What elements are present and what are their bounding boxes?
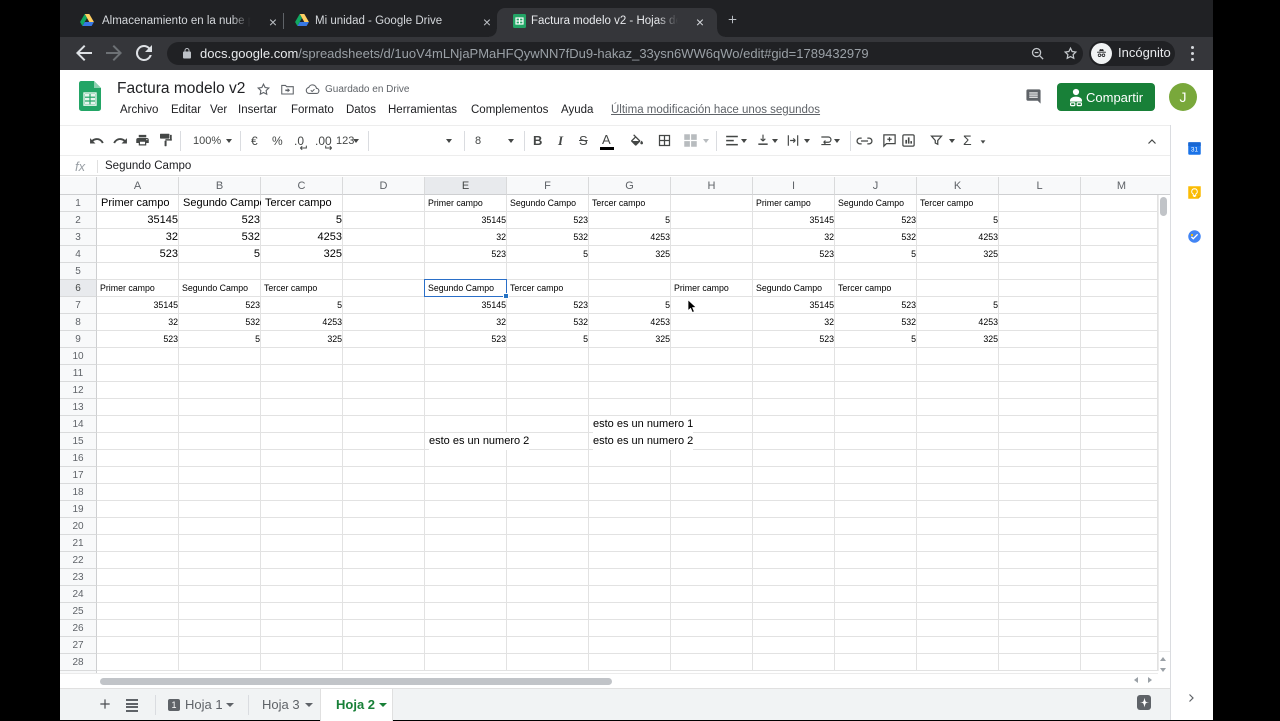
svg-text:31: 31: [1191, 147, 1198, 154]
